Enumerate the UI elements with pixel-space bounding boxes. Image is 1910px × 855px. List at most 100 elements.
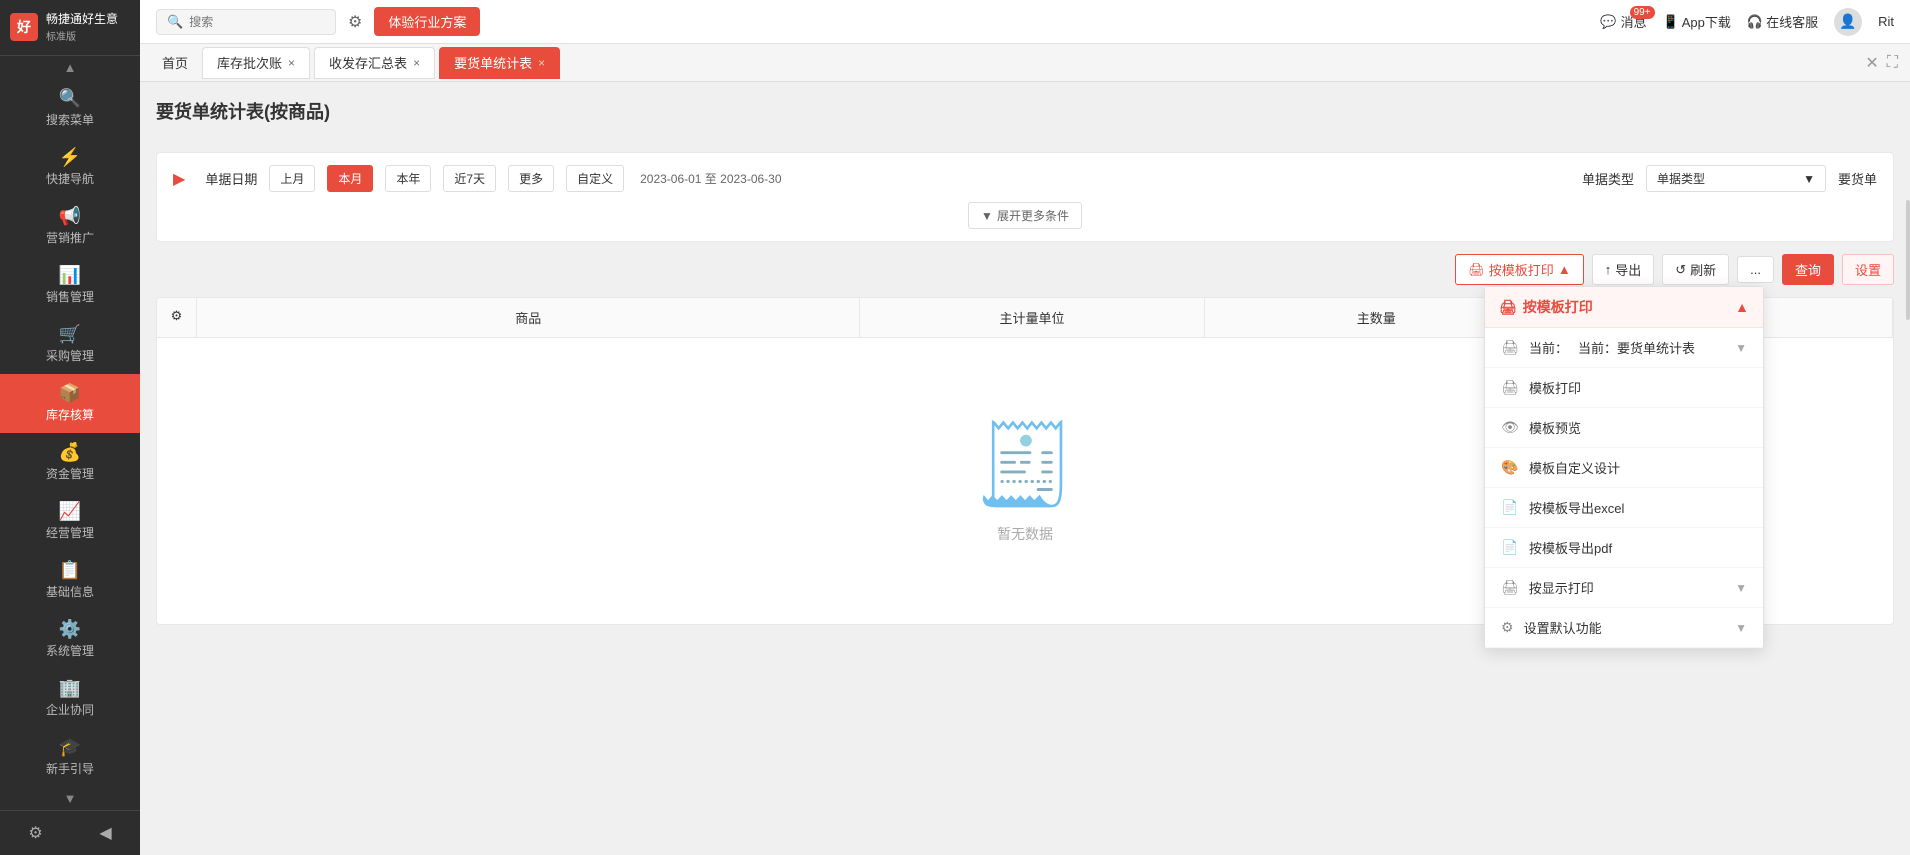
user-avatar[interactable]: 👤	[1834, 8, 1862, 36]
date-btn-custom[interactable]: 自定义	[566, 165, 624, 192]
sidebar-item-inventory[interactable]: 📦库存核算	[0, 374, 140, 433]
headset-icon: 🎧	[1747, 14, 1763, 30]
sidebar-icon-operation: 📈	[59, 502, 81, 520]
sidebar-item-enterprise[interactable]: 🏢企业协同	[0, 669, 140, 728]
logo-sub: 标准版	[46, 28, 118, 43]
th-settings[interactable]: ⚙	[157, 298, 197, 337]
template-preview-icon: 👁	[1501, 419, 1519, 436]
resize-handle[interactable]	[1906, 200, 1910, 320]
refresh-icon: ↺	[1675, 262, 1686, 278]
export-btn[interactable]: ↑ 导出	[1592, 254, 1655, 285]
more-btn[interactable]: ...	[1737, 256, 1774, 283]
date-btn-this-month[interactable]: 本月	[327, 165, 373, 192]
main-content: 🔍 ⚙ 体验行业方案 💬 消息 99+ 📱 App下载 🎧 在线客服 👤 Rit…	[140, 0, 1910, 855]
th-unit: 主计量单位	[860, 298, 1204, 337]
order-type-label: 单据类型	[1582, 169, 1634, 188]
sidebar-item-system[interactable]: ⚙️系统管理	[0, 610, 140, 669]
template-print-icon: 🖨	[1501, 379, 1519, 396]
trial-button[interactable]: 体验行业方案	[374, 7, 480, 36]
query-btn[interactable]: 查询	[1782, 254, 1834, 285]
username-label[interactable]: Rit	[1878, 14, 1894, 29]
dropdown-current-icon: 🖨	[1501, 339, 1519, 356]
date-btn-last-month[interactable]: 上月	[269, 165, 315, 192]
tab-close-inventory-batch[interactable]: ×	[288, 56, 295, 70]
tab-close-receivable-summary[interactable]: ×	[413, 56, 420, 70]
sidebar-item-search[interactable]: 🔍 搜索菜单	[0, 79, 140, 138]
footer-settings-icon[interactable]: ⚙	[24, 819, 46, 847]
sidebar-nav: 🔍 搜索菜单 ⚡快捷导航📢营销推广📊销售管理🛒采购管理📦库存核算💰资金管理📈经营管理…	[0, 79, 140, 787]
sidebar-item-quick-nav[interactable]: ⚡快捷导航	[0, 138, 140, 197]
tab-inventory-batch[interactable]: 库存批次账×	[202, 47, 310, 79]
dropdown-collapse-icon[interactable]: ▲	[1735, 299, 1749, 315]
template-preview-label: 模板预览	[1529, 418, 1581, 437]
template-design-icon: 🎨	[1501, 459, 1519, 476]
filter-collapse-icon[interactable]: ▶	[173, 169, 185, 189]
refresh-btn[interactable]: ↺ 刷新	[1662, 254, 1729, 285]
settings-table-btn[interactable]: 设置	[1842, 254, 1894, 285]
sidebar-item-finance[interactable]: 💰资金管理	[0, 433, 140, 492]
search-input[interactable]	[189, 15, 309, 29]
dropdown-item-template-preview[interactable]: 👁 模板预览	[1485, 408, 1763, 448]
window-expand-icon[interactable]: ⛶	[1887, 54, 1898, 72]
tab-home[interactable]: 首页	[152, 47, 198, 79]
sidebar-logo: 好 畅捷通好生意 标准版	[0, 0, 140, 56]
dropdown-current-item[interactable]: 🖨 当前： 当前：要货单统计表 ▼	[1485, 328, 1763, 368]
logo-title: 畅捷通好生意	[46, 12, 118, 28]
settings-icon[interactable]: ⚙	[348, 12, 362, 32]
sidebar-item-basic[interactable]: 📋 基础信息	[0, 551, 140, 610]
display-print-label: 按显示打印	[1529, 578, 1594, 597]
tab-close-order-stats[interactable]: ×	[538, 56, 545, 70]
default-func-label: 设置默认功能	[1524, 618, 1602, 637]
sidebar-item-sales[interactable]: 📊销售管理	[0, 256, 140, 315]
sidebar: 好 畅捷通好生意 标准版 ▲ 🔍 搜索菜单 ⚡快捷导航📢营销推广📊销售管理🛒采购管理…	[0, 0, 140, 855]
order-goods-label: 要货单	[1838, 169, 1877, 188]
search-box[interactable]: 🔍	[156, 9, 336, 35]
order-type-value: 单据类型	[1657, 170, 1705, 187]
expand-more-btn[interactable]: ▼ 展开更多条件	[968, 202, 1082, 229]
sidebar-label-inventory: 库存核算	[46, 406, 94, 423]
sidebar-label-quick-nav: 快捷导航	[46, 170, 94, 187]
default-func-icon: ⚙	[1501, 619, 1514, 636]
sidebar-item-purchase[interactable]: 🛒采购管理	[0, 315, 140, 374]
template-print-arrow-icon: ▲	[1558, 262, 1571, 277]
window-close-icon[interactable]: ✕	[1865, 53, 1878, 73]
sidebar-item-operation[interactable]: 📈经营管理	[0, 492, 140, 551]
dropdown-item-template-print[interactable]: 🖨 模板打印	[1485, 368, 1763, 408]
dropdown-section-default-func[interactable]: ⚙ 设置默认功能 ▼	[1485, 608, 1763, 648]
sidebar-scroll-up[interactable]: ▲	[0, 56, 140, 79]
footer-sound-icon[interactable]: ◀	[95, 819, 115, 847]
sidebar-label-search: 搜索菜单	[46, 111, 94, 128]
display-print-chevron-icon: ▼	[1735, 581, 1747, 595]
sidebar-scroll-down[interactable]: ▼	[0, 787, 140, 810]
dropdown-item-export-excel[interactable]: 📄 按模板导出excel	[1485, 488, 1763, 528]
sidebar-label-system: 系统管理	[46, 642, 94, 659]
sidebar-icon-basic: 📋	[59, 561, 81, 579]
date-btn-this-year[interactable]: 本年	[385, 165, 431, 192]
online-service-link[interactable]: 🎧 在线客服	[1747, 12, 1818, 31]
date-btn-7days[interactable]: 近7天	[443, 165, 496, 192]
sidebar-item-guide[interactable]: 🎓新手引导	[0, 728, 140, 787]
template-design-label: 模板自定义设计	[1529, 458, 1620, 477]
message-button[interactable]: 💬 消息 99+	[1600, 12, 1646, 31]
sidebar-icon-search: 🔍	[59, 89, 81, 107]
template-print-btn[interactable]: 🖨 按模板打印 ▲	[1455, 254, 1583, 285]
template-print-label: 模板打印	[1529, 378, 1581, 397]
dropdown-item-template-design[interactable]: 🎨 模板自定义设计	[1485, 448, 1763, 488]
dropdown-section-display-print[interactable]: 🖨 按显示打印 ▼	[1485, 568, 1763, 608]
filter-row-1: ▶ 单据日期 上月 本月 本年 近7天 更多 自定义 2023-06-01 至 …	[173, 165, 1877, 192]
printer-icon: 🖨	[1468, 262, 1485, 278]
sidebar-label-basic: 基础信息	[46, 583, 94, 600]
msg-badge: 99+	[1630, 6, 1655, 19]
sidebar-label-purchase: 采购管理	[46, 347, 94, 364]
tab-label-receivable-summary: 收发存汇总表	[329, 53, 407, 72]
tab-receivable-summary[interactable]: 收发存汇总表 ×	[314, 47, 435, 79]
export-excel-label: 按模板导出excel	[1529, 498, 1624, 517]
app-download-link[interactable]: 📱 App下载	[1663, 12, 1731, 31]
tab-order-stats[interactable]: 要货单统计表×	[439, 47, 560, 79]
top-header: 🔍 ⚙ 体验行业方案 💬 消息 99+ 📱 App下载 🎧 在线客服 👤 Rit	[140, 0, 1910, 44]
bell-icon: 💬	[1600, 14, 1616, 30]
date-btn-more[interactable]: 更多	[508, 165, 554, 192]
sidebar-item-marketing[interactable]: 📢营销推广	[0, 197, 140, 256]
order-type-select[interactable]: 单据类型 ▼	[1646, 165, 1826, 192]
dropdown-item-export-pdf[interactable]: 📄 按模板导出pdf	[1485, 528, 1763, 568]
